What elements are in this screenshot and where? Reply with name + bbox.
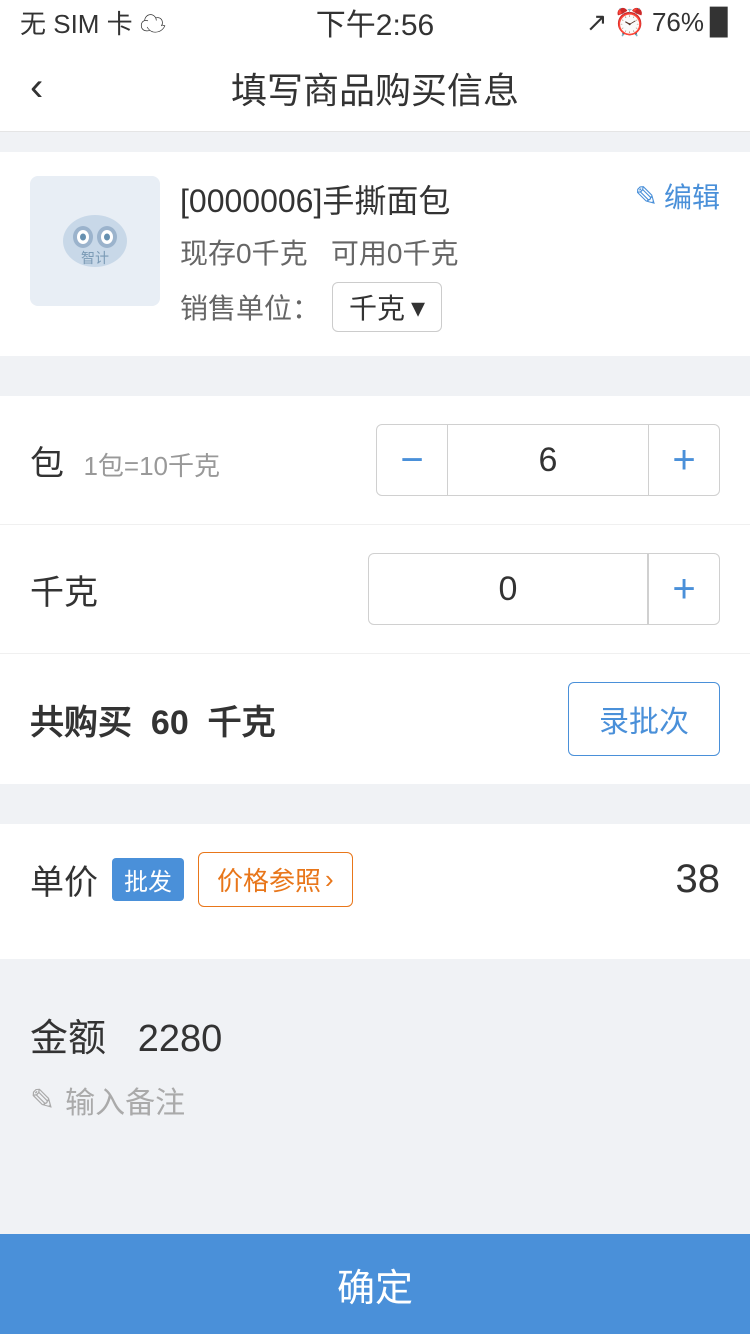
bottom-spacer	[0, 1142, 750, 1242]
amount-section: 金额 2280 ✎ 输入备注	[0, 979, 750, 1142]
kg-qty-input[interactable]	[368, 553, 648, 625]
bag-qty-controls: − +	[376, 424, 720, 496]
price-section: 单价 批发 价格参照 › 38	[0, 824, 750, 959]
kg-label: 千克	[30, 565, 368, 614]
unit-value: 千克	[349, 287, 405, 327]
note-icon: ✎	[30, 1083, 55, 1118]
price-ref-label: 价格参照	[217, 861, 321, 898]
nav-bar: ‹ 填写商品购买信息	[0, 44, 750, 132]
edit-icon: ✎	[635, 180, 658, 213]
price-value: 38	[676, 857, 721, 902]
total-prefix: 共购买	[30, 704, 132, 742]
product-name: [0000006]手撕面包	[180, 176, 615, 222]
amount-label: 金额	[30, 1018, 106, 1060]
back-button[interactable]: ‹	[30, 55, 53, 120]
bag-label: 包 1包=10千克	[30, 436, 376, 485]
status-right: ↗ ⏰ 76% ▉	[586, 7, 730, 38]
bag-hint: 1包=10千克	[83, 451, 220, 481]
total-amount: 60	[151, 704, 189, 742]
dropdown-icon: ▾	[411, 291, 425, 324]
location-icon: ↗	[586, 7, 608, 38]
stock-available: 可用0千克	[331, 238, 459, 269]
status-time: 下午2:56	[316, 0, 434, 44]
amount-value: 2280	[138, 1018, 223, 1060]
section-divider-2	[0, 784, 750, 804]
total-unit: 千克	[208, 704, 276, 742]
price-ref-button[interactable]: 价格参照 ›	[198, 852, 353, 907]
product-unit-row: 销售单位： 千克 ▾	[180, 282, 615, 332]
kg-plus-button[interactable]: +	[648, 553, 720, 625]
product-stock: 现存0千克 可用0千克	[180, 232, 615, 272]
stock-current: 现存0千克	[180, 238, 308, 269]
unit-select[interactable]: 千克 ▾	[332, 282, 442, 332]
battery-icon: ▉	[710, 7, 730, 38]
quantity-section: 包 1包=10千克 − + 千克 +	[0, 396, 750, 654]
note-row[interactable]: ✎ 输入备注	[30, 1078, 720, 1122]
product-actions: ✎ 编辑	[635, 176, 720, 216]
alarm-icon: ⏰	[614, 7, 646, 38]
bag-quantity-row: 包 1包=10千克 − +	[0, 396, 750, 525]
batch-button[interactable]: 录批次	[568, 682, 720, 756]
total-row: 共购买 60 千克 录批次	[0, 654, 750, 784]
price-ref-icon: ›	[325, 864, 334, 895]
kg-qty-controls: +	[368, 553, 720, 625]
bag-qty-input[interactable]	[448, 424, 648, 496]
confirm-label: 确定	[337, 1257, 413, 1312]
product-thumb-icon: 智计	[55, 211, 135, 271]
product-thumbnail: 智计	[30, 176, 160, 306]
unit-label: 销售单位：	[180, 287, 320, 327]
battery-label: 76%	[652, 7, 704, 38]
price-tag: 批发	[112, 858, 184, 901]
amount-row: 金额 2280	[30, 1007, 720, 1062]
bag-minus-button[interactable]: −	[376, 424, 448, 496]
price-row: 单价 批发 价格参照 › 38	[30, 852, 720, 907]
status-left: 无 SIM 卡 ☁	[20, 4, 166, 41]
confirm-bar[interactable]: 确定	[0, 1234, 750, 1334]
product-card: 智计 [0000006]手撕面包 现存0千克 可用0千克 销售单位： 千克 ▾ …	[0, 152, 750, 356]
edit-label: 编辑	[664, 176, 720, 216]
status-bar: 无 SIM 卡 ☁ 下午2:56 ↗ ⏰ 76% ▉	[0, 0, 750, 44]
price-label-text: 单价	[30, 855, 98, 904]
page-title: 填写商品购买信息	[231, 62, 519, 114]
svg-text:智计: 智计	[81, 250, 109, 266]
total-text: 共购买 60 千克	[30, 695, 276, 744]
edit-button[interactable]: ✎ 编辑	[635, 176, 720, 216]
note-placeholder: 输入备注	[65, 1078, 185, 1122]
sim-label: 无 SIM 卡 ☁	[20, 4, 166, 41]
section-divider-1	[0, 356, 750, 376]
price-label: 单价 批发 价格参照 ›	[30, 852, 353, 907]
product-info: [0000006]手撕面包 现存0千克 可用0千克 销售单位： 千克 ▾	[180, 176, 615, 332]
bag-plus-button[interactable]: +	[648, 424, 720, 496]
kg-quantity-row: 千克 +	[0, 525, 750, 654]
section-divider-3	[0, 959, 750, 979]
